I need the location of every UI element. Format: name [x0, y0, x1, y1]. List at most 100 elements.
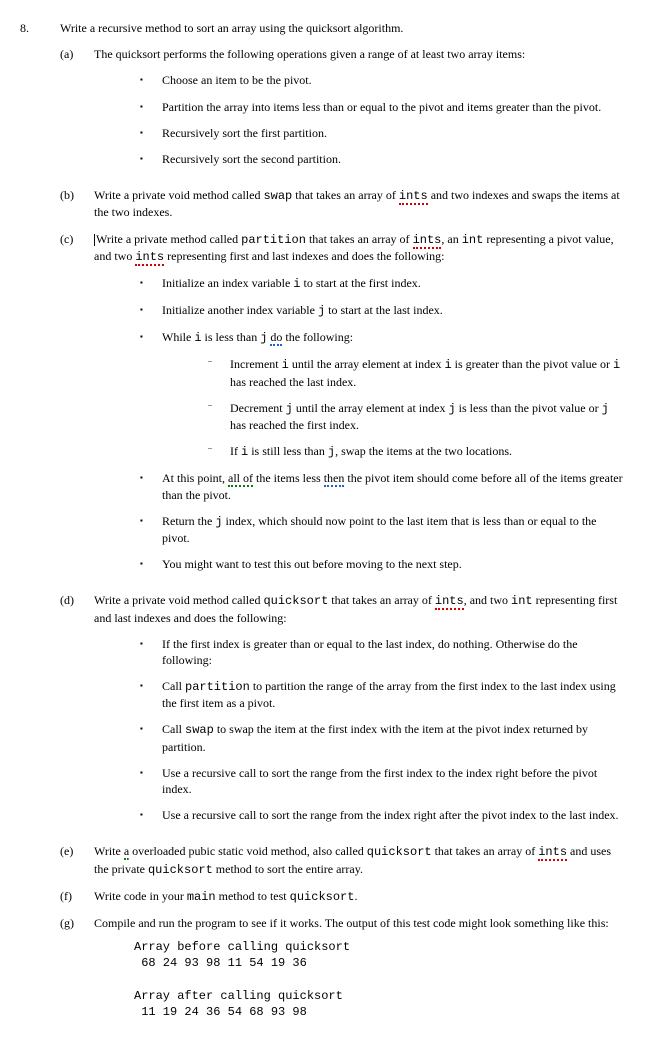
list-item: Use a recursive call to sort the range f… — [134, 807, 623, 823]
sub-letter: (d) — [60, 592, 80, 833]
code-int: int — [511, 594, 533, 608]
text: is less than — [202, 330, 261, 344]
sub-letter: (f) — [60, 888, 80, 905]
text: overloaded pubic static void method, als… — [129, 844, 367, 858]
text: . — [354, 889, 357, 903]
text: that takes an array of — [292, 188, 399, 202]
text: , swap the items at the two locations. — [335, 444, 512, 458]
sub-body: Write code in your main method to test q… — [94, 888, 623, 905]
code-j: j — [328, 445, 335, 459]
output-line: Array after calling quicksort — [134, 989, 343, 1003]
text: to start at the last index. — [325, 303, 443, 317]
list-item: Decrement j until the array element at i… — [202, 400, 623, 433]
code-main: main — [187, 890, 216, 904]
text: until the array element at index — [293, 401, 449, 415]
text: is greater than the pivot value or — [452, 357, 613, 371]
sub-c-sublist: Increment i until the array element at i… — [202, 356, 623, 460]
text: to swap the item at the first index with… — [162, 722, 588, 753]
sub-d: (d) Write a private void method called q… — [60, 592, 623, 833]
code-j: j — [260, 331, 267, 345]
list-item: Return the j index, which should now poi… — [134, 513, 623, 546]
code-i: i — [444, 358, 451, 372]
list-item: Recursively sort the second partition. — [134, 151, 623, 167]
code-j: j — [448, 402, 455, 416]
flag-then: then — [324, 471, 345, 487]
text: Call — [162, 722, 185, 736]
text: the items less — [253, 471, 324, 485]
sub-body: Write a private void method called quick… — [94, 592, 623, 833]
code-partition: partition — [185, 680, 250, 694]
sub-body: The quicksort performs the following ope… — [94, 46, 623, 177]
text: method to sort the entire array. — [213, 862, 363, 876]
code-ints: ints — [399, 189, 428, 205]
sub-g-text: Compile and run the program to see if it… — [94, 915, 623, 931]
sub-body: Write a private void method called swap … — [94, 187, 623, 220]
text: Write — [94, 844, 124, 858]
output-block: Array before calling quicksort 68 24 93 … — [134, 939, 623, 1020]
sub-d-list: If the first index is greater than or eq… — [134, 636, 623, 824]
text: Write a private void method called — [94, 188, 263, 202]
text: that takes an array of — [328, 593, 435, 607]
list-item: Increment i until the array element at i… — [202, 356, 623, 389]
code-i: i — [613, 358, 620, 372]
output-line: Array before calling quicksort — [134, 940, 350, 954]
sub-c-list: Initialize an index variable i to start … — [134, 275, 623, 572]
list-item: If i is still less than j, swap the item… — [202, 443, 623, 460]
sub-letter: (g) — [60, 915, 80, 1028]
code-i: i — [282, 358, 289, 372]
sub-letter: (c) — [60, 231, 80, 583]
code-quicksort: quicksort — [367, 845, 432, 859]
text: the following: — [282, 330, 353, 344]
text: At this point, — [162, 471, 228, 485]
output-line: 11 19 24 36 54 68 93 98 — [134, 1005, 307, 1019]
text: is still less than — [248, 444, 328, 458]
question-number: 8. — [20, 20, 40, 36]
text: until the array element at index — [289, 357, 445, 371]
code-swap: swap — [185, 723, 214, 737]
text: to start at the first index. — [300, 276, 420, 290]
list-item: Call swap to swap the item at the first … — [134, 721, 623, 754]
sub-letter: (a) — [60, 46, 80, 177]
question-text: Write a recursive method to sort an arra… — [60, 20, 403, 36]
code-partition: partition — [241, 233, 306, 247]
text: Increment — [230, 357, 282, 371]
sub-a: (a) The quicksort performs the following… — [60, 46, 623, 177]
text: has reached the first index. — [230, 418, 359, 432]
code-i: i — [194, 331, 201, 345]
text: that takes an array of — [432, 844, 539, 858]
text: has reached the last index. — [230, 375, 356, 389]
sub-g: (g) Compile and run the program to see i… — [60, 915, 623, 1028]
sub-c: (c) Write a private method called partit… — [60, 231, 623, 583]
code-int: int — [462, 233, 484, 247]
text: If — [230, 444, 241, 458]
text: Write a private void method called — [94, 593, 263, 607]
question-row: 8. Write a recursive method to sort an a… — [20, 20, 623, 36]
flag-do: do — [270, 330, 282, 346]
list-item: While i is less than j do the following:… — [134, 329, 623, 460]
output-line: 68 24 93 98 11 54 19 36 — [134, 956, 307, 970]
text: Write a private method called — [96, 232, 241, 246]
code-quicksort: quicksort — [148, 863, 213, 877]
sub-body: Compile and run the program to see if it… — [94, 915, 623, 1028]
text: , and two — [464, 593, 511, 607]
text-cursor — [94, 234, 95, 246]
code-ints: ints — [413, 233, 442, 249]
code-ints: ints — [435, 594, 464, 610]
sub-d-intro: Write a private void method called quick… — [94, 592, 623, 625]
flag-allof: all of — [228, 471, 253, 487]
list-item: Use a recursive call to sort the range f… — [134, 765, 623, 797]
list-item: You might want to test this out before m… — [134, 556, 623, 572]
sub-f: (f) Write code in your main method to te… — [60, 888, 623, 905]
list-item: Recursively sort the first partition. — [134, 125, 623, 141]
text: representing first and last indexes and … — [164, 249, 444, 263]
text: Initialize an index variable — [162, 276, 293, 290]
sub-a-list: Choose an item to be the pivot. Partitio… — [134, 72, 623, 167]
sub-a-intro: The quicksort performs the following ope… — [94, 46, 623, 62]
code-ints: ints — [135, 250, 164, 266]
list-item: Initialize another index variable j to s… — [134, 302, 623, 319]
code-j: j — [602, 402, 609, 416]
text: Call — [162, 679, 185, 693]
text: index, which should now point to the las… — [162, 514, 596, 545]
sub-c-intro: Write a private method called partition … — [94, 231, 623, 265]
text: Decrement — [230, 401, 286, 415]
